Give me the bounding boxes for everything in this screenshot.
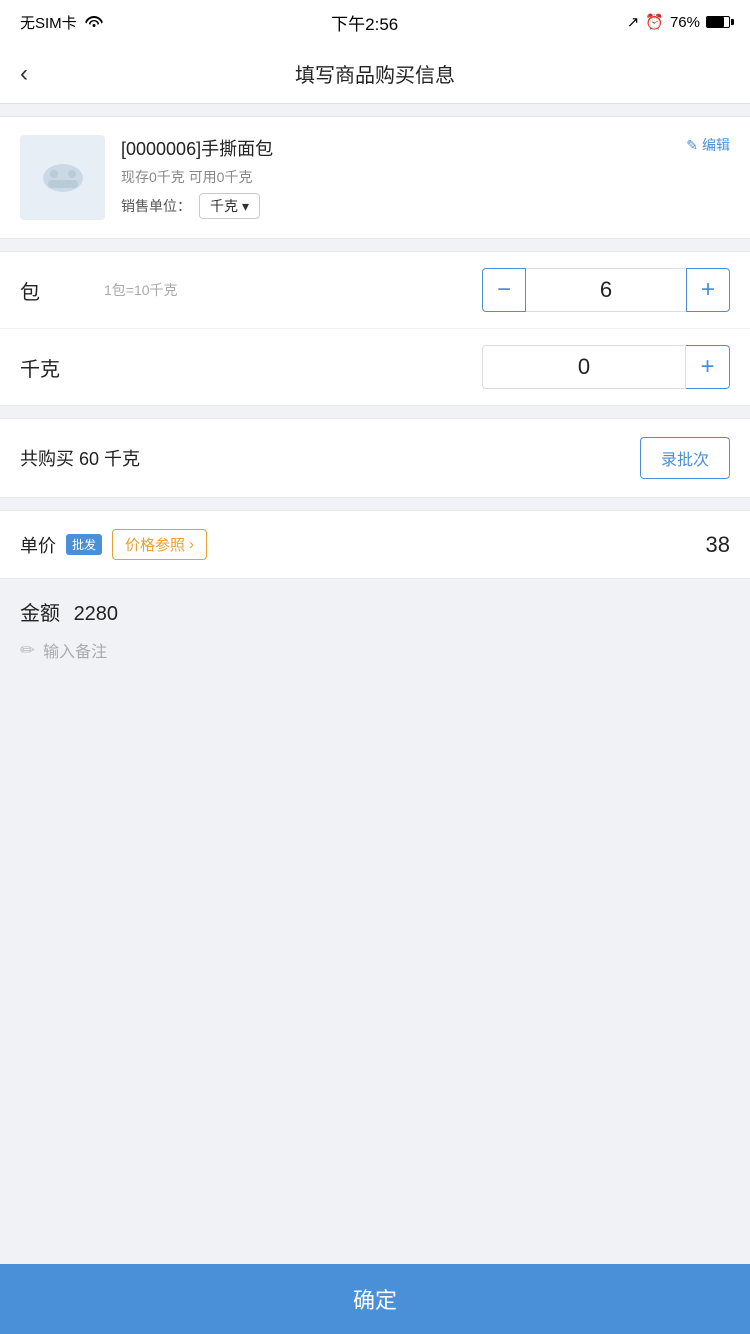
unit-label-kg: 千克 xyxy=(20,353,100,382)
quantity-input-bao[interactable] xyxy=(526,268,686,312)
price-section: 单价 批发 价格参照 › 38 xyxy=(0,510,750,579)
amount-row: 金额 2280 xyxy=(20,597,730,626)
edit-button[interactable]: ✎ 编辑 xyxy=(686,135,730,155)
product-image xyxy=(20,135,105,220)
status-bar: 无SIM卡 下午2:56 ↗ ⏰ 76% xyxy=(0,0,750,44)
quantity-section: 包 1包=10千克 − + 千克 + xyxy=(0,251,750,406)
price-value: 38 xyxy=(706,532,730,558)
amount-label: 金额 xyxy=(20,603,60,625)
quantity-row-bao: 包 1包=10千克 − + xyxy=(0,252,750,329)
unit-label-bao: 包 xyxy=(20,276,100,305)
quantity-input-kg[interactable] xyxy=(482,345,686,389)
wifi-icon xyxy=(85,13,103,31)
note-row[interactable]: ✏ 输入备注 xyxy=(20,638,730,662)
carrier-text: 无SIM卡 xyxy=(20,12,77,33)
alarm-icon: ⏰ xyxy=(645,13,664,31)
chevron-down-icon: ▾ xyxy=(242,198,249,215)
price-reference-button[interactable]: 价格参照 › xyxy=(112,529,207,560)
quantity-controls-bao: − + xyxy=(482,268,730,312)
decrement-bao-button[interactable]: − xyxy=(482,268,526,312)
battery-percent: 76% xyxy=(670,14,700,31)
unit-select[interactable]: 千克 ▾ xyxy=(199,193,260,219)
product-unit: 销售单位： 千克 ▾ xyxy=(121,193,670,219)
amount-value: 2280 xyxy=(74,603,119,625)
confirm-button[interactable]: 确定 xyxy=(0,1264,750,1334)
amount-section: 金额 2280 ✏ 输入备注 xyxy=(0,579,750,672)
battery-icon xyxy=(706,16,730,28)
location-icon: ↗ xyxy=(627,13,640,31)
total-row: 共购买 60 千克 录批次 xyxy=(0,418,750,498)
unit-label: 销售单位： xyxy=(121,196,191,216)
product-info: [0000006]手撕面包 现存0千克 可用0千克 销售单位： 千克 ▾ xyxy=(121,135,670,219)
chevron-right-icon: › xyxy=(189,536,194,553)
edit-icon: ✎ xyxy=(686,137,698,154)
batch-tag: 批发 xyxy=(66,534,102,555)
quantity-controls-kg: + xyxy=(482,345,730,389)
product-card: [0000006]手撕面包 现存0千克 可用0千克 销售单位： 千克 ▾ ✎ 编… xyxy=(0,116,750,239)
total-text: 共购买 60 千克 xyxy=(20,445,140,471)
increment-bao-button[interactable]: + xyxy=(686,268,730,312)
status-time: 下午2:56 xyxy=(331,10,398,35)
unit-hint-bao: 1包=10千克 xyxy=(104,280,482,300)
note-placeholder: 输入备注 xyxy=(43,638,107,662)
quantity-row-kg: 千克 + xyxy=(0,329,750,405)
spacer xyxy=(0,672,750,872)
price-label: 单价 xyxy=(20,532,56,558)
increment-kg-button[interactable]: + xyxy=(686,345,730,389)
page-title: 填写商品购买信息 xyxy=(295,59,455,88)
batch-button[interactable]: 录批次 xyxy=(640,437,730,479)
product-stock: 现存0千克 可用0千克 xyxy=(121,167,670,187)
nav-bar: ‹ 填写商品购买信息 xyxy=(0,44,750,104)
pencil-icon: ✏ xyxy=(20,640,35,661)
back-button[interactable]: ‹ xyxy=(20,60,28,88)
product-name: [0000006]手撕面包 xyxy=(121,135,670,161)
